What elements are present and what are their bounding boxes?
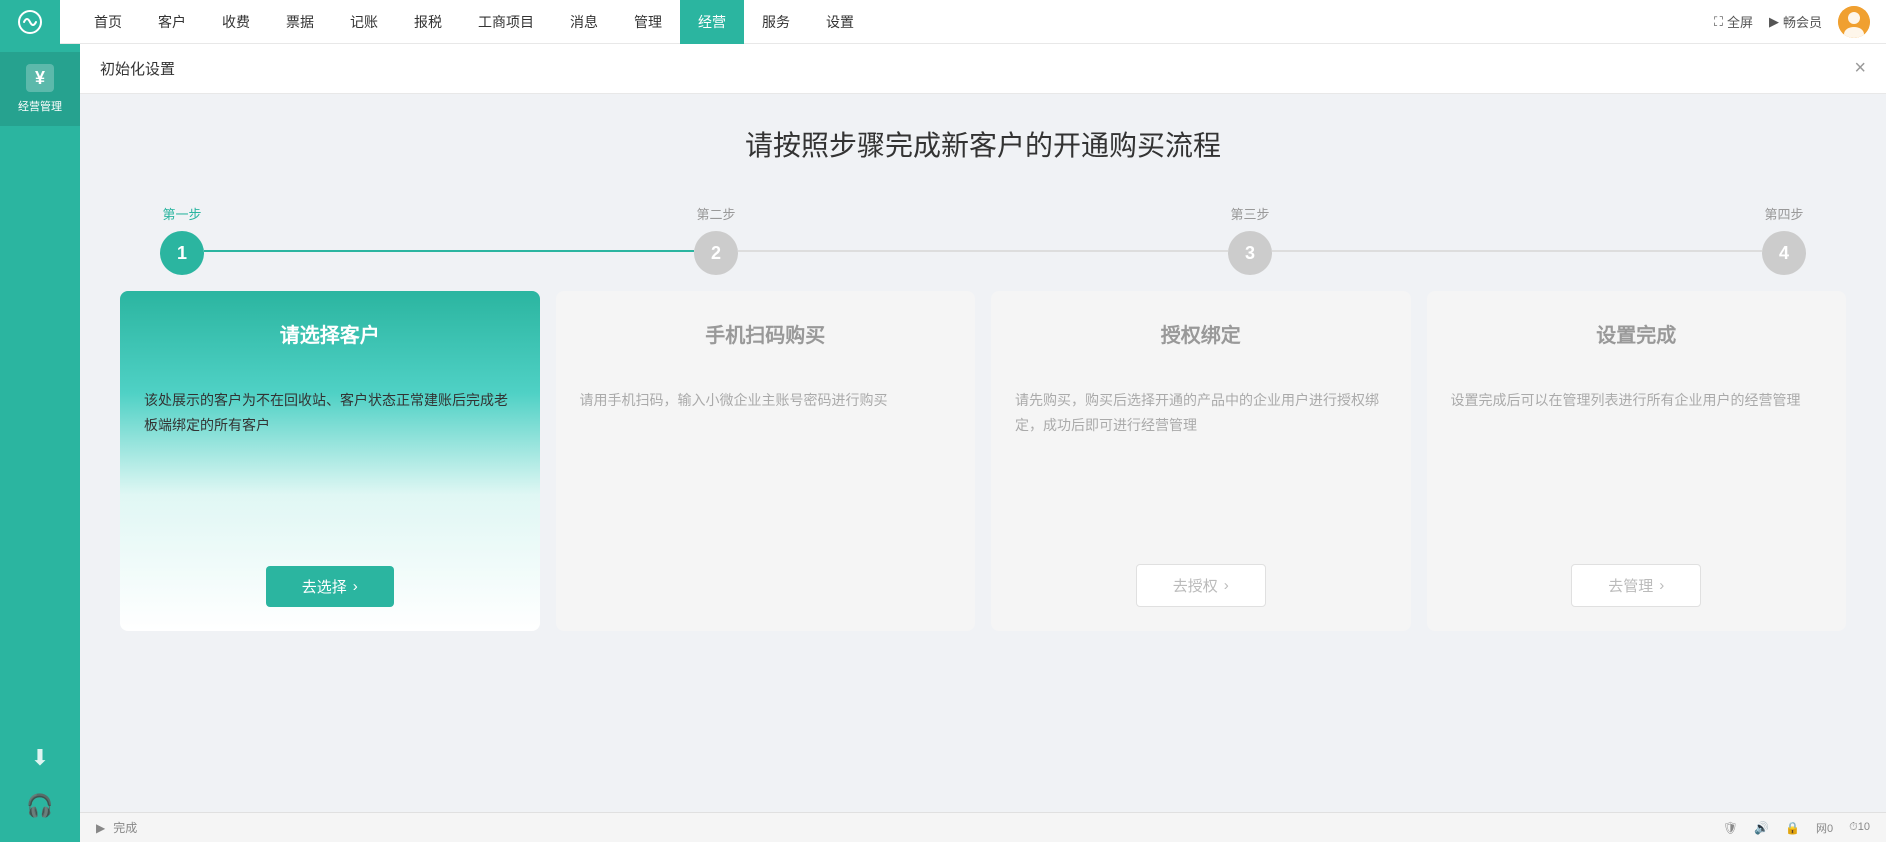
sidebar-label: 经营管理	[18, 98, 62, 114]
nav-settings[interactable]: 设置	[808, 0, 872, 44]
user-avatar[interactable]	[1838, 6, 1870, 38]
play-icon: ▶	[1769, 14, 1779, 30]
nav-bill[interactable]: 票据	[268, 0, 332, 44]
card-2-desc: 请用手机扫码，输入小微企业主账号密码进行购买	[580, 388, 952, 607]
card-1-action: 去选择 ›	[144, 550, 516, 607]
arrow-icon-4: ›	[1659, 577, 1664, 594]
bottom-right: 🛡 🔊 🔒 网0 ⏱10	[1723, 820, 1870, 836]
card-4-title: 设置完成	[1451, 319, 1823, 348]
bottom-left: ▶ 完成	[96, 819, 137, 836]
card-1-desc: 该处展示的客户为不在回收站、客户状态正常建账后完成老板端绑定的所有客户	[144, 388, 516, 550]
download-icon[interactable]: ⬇	[20, 738, 60, 778]
card-2-title: 手机扫码购买	[580, 319, 952, 348]
wifi-icon: 网0	[1816, 820, 1833, 836]
play-status-icon: ▶	[96, 821, 105, 835]
nav-customer[interactable]: 客户	[140, 0, 204, 44]
sidebar-item-operation[interactable]: ¥ 经营管理	[0, 52, 80, 126]
step-node-1: 第一步 1	[160, 204, 204, 275]
step-card-4: 设置完成 设置完成后可以在管理列表进行所有企业用户的经营管理 去管理 ›	[1427, 291, 1847, 631]
volume-icon: 🔊	[1754, 821, 1769, 835]
card-4-desc: 设置完成后可以在管理列表进行所有企业用户的经营管理	[1451, 388, 1823, 548]
page-title: 初始化设置	[100, 58, 175, 79]
bottom-bar: ▶ 完成 🛡 🔊 🔒 网0 ⏱10	[80, 812, 1886, 842]
top-navigation: 首页 客户 收费 票据 记账 报税 工商项目 消息 管理 经营 服务 设置 ⛶ …	[0, 0, 1886, 44]
nav-accounting[interactable]: 记账	[332, 0, 396, 44]
go-select-button[interactable]: 去选择 ›	[266, 566, 394, 607]
fullscreen-button[interactable]: ⛶ 全屏	[1714, 12, 1753, 31]
member-label: 畅会员	[1783, 12, 1822, 31]
content-area: 初始化设置 × 请按照步骤完成新客户的开通购买流程 第一步 1 ›	[80, 44, 1886, 842]
step-1-label: 第一步	[162, 204, 201, 223]
nav-items: 首页 客户 收费 票据 记账 报税 工商项目 消息 管理 经营 服务 设置	[76, 0, 1714, 44]
step-2-label: 第二步	[696, 204, 735, 223]
sidebar: ¥ 经营管理 ⬇ 🎧	[0, 44, 80, 842]
step-1-circle: 1	[160, 231, 204, 275]
step-4-label: 第四步	[1764, 204, 1803, 223]
nav-service[interactable]: 服务	[744, 0, 808, 44]
app-logo[interactable]	[0, 0, 60, 44]
shield-icon: 🛡	[1723, 821, 1738, 835]
arrow-icon: ›	[353, 578, 358, 595]
go-authorize-button[interactable]: 去授权 ›	[1136, 564, 1266, 607]
close-button[interactable]: ×	[1854, 57, 1866, 80]
nav-tax[interactable]: 报税	[396, 0, 460, 44]
cards-row: 请选择客户 该处展示的客户为不在回收站、客户状态正常建账后完成老板端绑定的所有客…	[120, 291, 1846, 631]
fullscreen-icon: ⛶	[1714, 14, 1723, 30]
nav-home[interactable]: 首页	[76, 0, 140, 44]
card-1-title: 请选择客户	[144, 319, 516, 348]
arrow-icon-3: ›	[1224, 577, 1229, 594]
nav-industry[interactable]: 工商项目	[460, 0, 552, 44]
headset-icon[interactable]: 🎧	[20, 786, 60, 826]
step-card-3: 授权绑定 请先购买，购买后选择开通的产品中的企业用户进行授权绑定，成功后即可进行…	[991, 291, 1411, 631]
connector-2-3: ›	[738, 250, 1228, 252]
nav-fee[interactable]: 收费	[204, 0, 268, 44]
member-button[interactable]: ▶ 畅会员	[1769, 12, 1822, 31]
setup-main-title: 请按照步骤完成新客户的开通购买流程	[120, 124, 1846, 164]
page-header: 初始化设置 ×	[80, 44, 1886, 94]
step-card-2: 手机扫码购买 请用手机扫码，输入小微企业主账号密码进行购买	[556, 291, 976, 631]
status-text: 完成	[113, 819, 137, 836]
nav-manage[interactable]: 管理	[616, 0, 680, 44]
card-3-desc: 请先购买，购买后选择开通的产品中的企业用户进行授权绑定，成功后即可进行经营管理	[1015, 388, 1387, 548]
step-card-1: 请选择客户 该处展示的客户为不在回收站、客户状态正常建账后完成老板端绑定的所有客…	[120, 291, 540, 631]
time-icon: ⏱10	[1849, 821, 1870, 834]
go-manage-button[interactable]: 去管理 ›	[1571, 564, 1701, 607]
yuan-icon: ¥	[26, 64, 54, 92]
lock-icon: 🔒	[1785, 821, 1800, 835]
step-3-label: 第三步	[1230, 204, 1269, 223]
fullscreen-label: 全屏	[1727, 12, 1753, 31]
connector-3-4: ›	[1272, 250, 1762, 252]
steps-track: 第一步 1 › 第二步 2 ›	[120, 204, 1846, 275]
card-4-action: 去管理 ›	[1451, 548, 1823, 607]
card-3-title: 授权绑定	[1015, 319, 1387, 348]
nav-right: ⛶ 全屏 ▶ 畅会员	[1714, 6, 1870, 38]
nav-operation[interactable]: 经营	[680, 0, 744, 44]
main-layout: ¥ 经营管理 ⬇ 🎧 初始化设置 × 请按照步骤完成新客户的开通购买流程 第一步…	[0, 44, 1886, 842]
connector-1-2: ›	[204, 250, 694, 252]
card-3-action: 去授权 ›	[1015, 548, 1387, 607]
sidebar-bottom: ⬇ 🎧	[20, 738, 60, 842]
setup-content: 请按照步骤完成新客户的开通购买流程 第一步 1 › 第二步	[80, 94, 1886, 812]
nav-message[interactable]: 消息	[552, 0, 616, 44]
